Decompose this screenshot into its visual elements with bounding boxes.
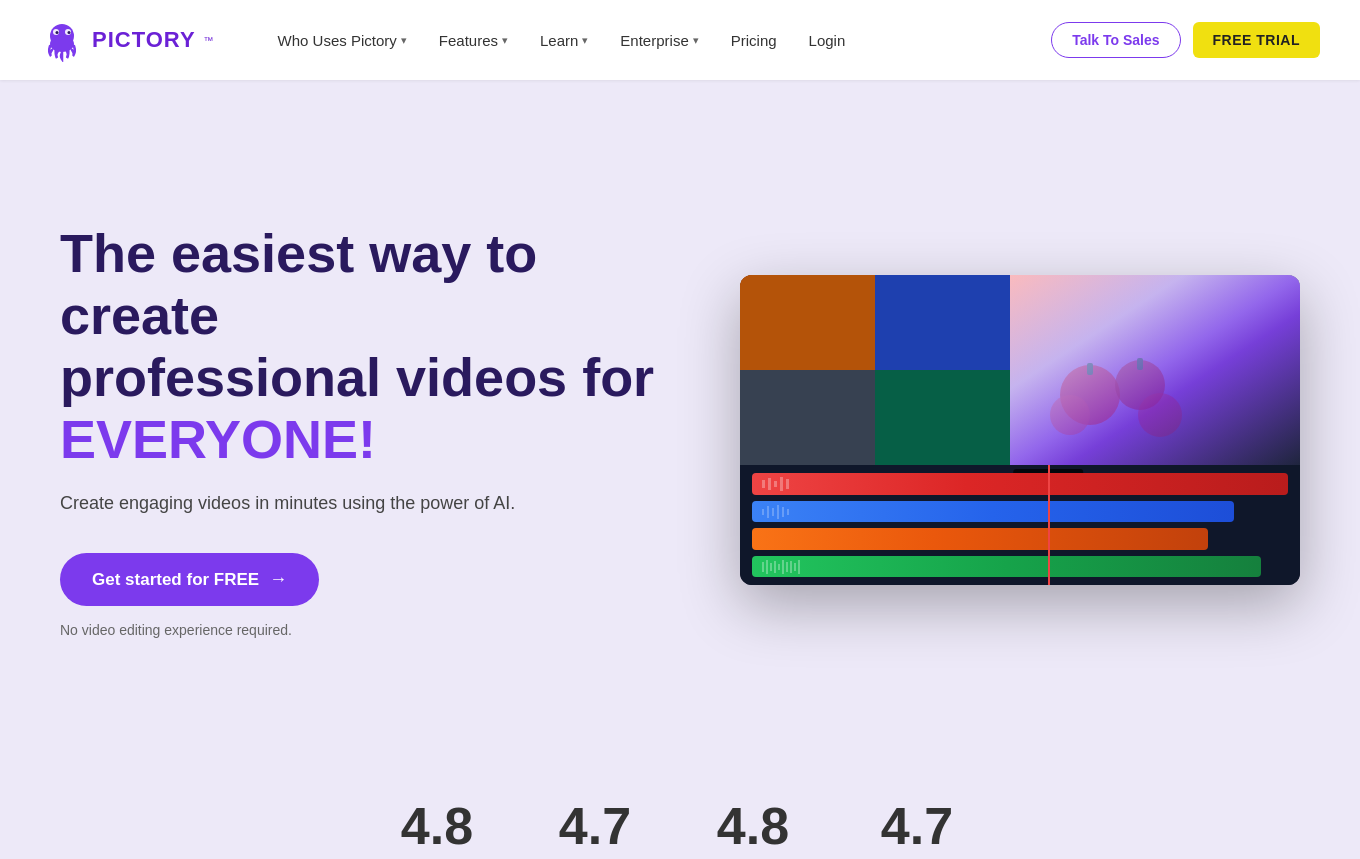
logo-label: PICTORY [92,27,196,53]
svg-point-15 [1050,395,1090,435]
waveform-green [762,559,1261,575]
rating-software-advice: 4.7 ★★★★★ Software Advice ™ [862,800,972,859]
hero-note: No video editing experience required. [60,622,660,638]
hero-subtext: Create engaging videos in minutes using … [60,490,660,517]
waveform-bars [762,476,1262,492]
svg-rect-39 [798,560,800,574]
svg-rect-24 [762,509,764,515]
nav-item-enterprise[interactable]: Enterprise ▾ [608,24,710,57]
chevron-down-icon: ▾ [582,34,588,47]
svg-rect-29 [787,509,789,515]
svg-rect-9 [875,370,1010,465]
svg-rect-26 [772,508,774,516]
nav-item-pricing[interactable]: Pricing [719,24,789,57]
svg-rect-34 [778,564,780,570]
svg-rect-27 [777,505,779,519]
svg-rect-30 [762,562,764,572]
timeline-track-audio2 [752,528,1208,550]
svg-point-3 [56,31,59,34]
svg-rect-8 [740,370,875,465]
svg-rect-23 [786,479,789,489]
nav-item-features[interactable]: Features ▾ [427,24,520,57]
svg-rect-22 [780,477,783,491]
free-trial-button[interactable]: FREE TRIAL [1193,22,1320,58]
talk-to-sales-button[interactable]: Talk To Sales [1051,22,1180,58]
nav-item-who-uses[interactable]: Who Uses Pictory ▾ [266,24,419,57]
logo[interactable]: PICTORY ™ [40,18,214,62]
svg-rect-21 [774,481,777,487]
svg-rect-35 [782,560,784,574]
timeline-area: 04230111.mov [740,465,1300,585]
navbar: PICTORY ™ Who Uses Pictory ▾ Features ▾ L… [0,0,1360,80]
svg-rect-38 [794,563,796,571]
svg-point-16 [1138,393,1182,437]
mockup-video-panel-left [740,275,1010,465]
svg-rect-18 [1137,358,1143,370]
waveform-blue [762,504,1234,520]
svg-point-14 [1115,360,1165,410]
video-editor-mockup: 04230111.mov [740,275,1300,585]
svg-rect-25 [767,506,769,518]
svg-rect-36 [786,562,788,572]
rating-feefo: 4.8 ★★★★★ feefo [704,800,802,859]
rating-capterra: 4.7 ★★★★★ ▶ Capterra [546,800,644,859]
chevron-down-icon: ▾ [502,34,508,47]
nav-ctas: Talk To Sales FREE TRIAL [1051,22,1320,58]
svg-rect-28 [782,507,784,517]
mockup-top-panels [740,275,1300,465]
hero-heading-highlight: EVERYONE! [60,409,376,469]
svg-point-5 [50,36,74,52]
timeline-track-music [752,556,1261,578]
octopus-logo-icon [40,18,84,62]
svg-rect-11 [790,333,824,363]
g2-score: 4.8 [401,800,473,852]
hero-heading: The easiest way to create professional v… [60,222,660,470]
chevron-down-icon: ▾ [401,34,407,47]
svg-rect-7 [875,275,1010,370]
svg-rect-37 [790,561,792,573]
ratings-section: 4.8 ★★★★★ G2 4.7 ★★★★★ ▶ Capterra 4.8 ★★… [0,760,1360,859]
video-frames-right [1010,275,1300,465]
logo-tm: ™ [204,35,214,46]
hero-section: The easiest way to create professional v… [0,80,1360,760]
timeline-track-audio1 [752,501,1234,523]
arrow-right-icon: → [269,569,287,590]
video-frames-left [740,275,1010,465]
hero-right: 04230111.mov [700,275,1300,585]
feefo-score: 4.8 [717,800,789,852]
svg-rect-17 [1087,363,1093,375]
softwareadvice-score: 4.7 [881,800,953,852]
nav-item-login[interactable]: Login [797,24,858,57]
svg-point-10 [789,297,825,333]
svg-point-13 [1060,365,1120,425]
chevron-down-icon: ▾ [693,34,699,47]
capterra-score: 4.7 [559,800,631,852]
svg-rect-19 [762,480,765,488]
rating-g2: 4.8 ★★★★★ G2 [388,800,486,859]
svg-rect-12 [1010,275,1300,465]
svg-rect-33 [774,561,776,573]
nav-item-learn[interactable]: Learn ▾ [528,24,600,57]
hero-left: The easiest way to create professional v… [60,222,660,638]
nav-links: Who Uses Pictory ▾ Features ▾ Learn ▾ En… [266,24,1020,57]
timeline-track-video [752,473,1288,495]
svg-rect-6 [740,275,875,370]
playhead-indicator [1048,465,1050,585]
svg-rect-20 [768,478,771,490]
svg-point-4 [68,31,71,34]
svg-rect-31 [766,560,768,574]
svg-rect-32 [770,563,772,571]
mockup-video-panel-right [1010,275,1300,465]
get-started-button[interactable]: Get started for FREE → [60,553,319,606]
